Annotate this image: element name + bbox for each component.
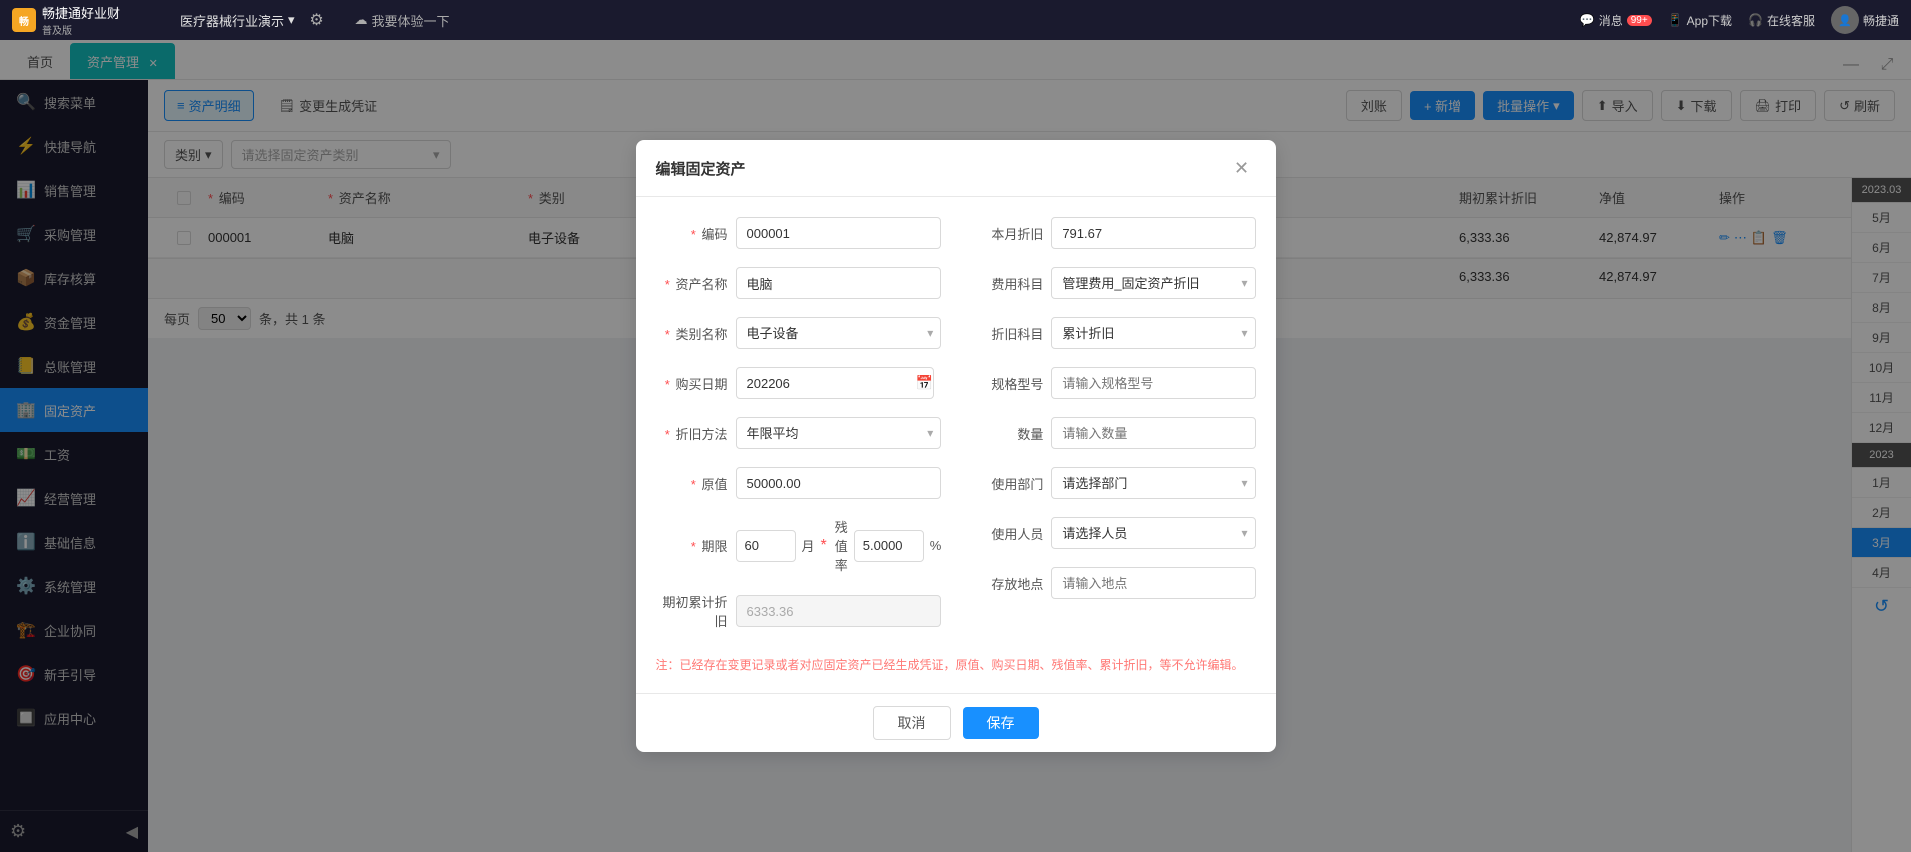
save-button[interactable]: 保存 (963, 707, 1039, 739)
message-icon: 💬 (1580, 13, 1595, 27)
user-select[interactable]: 请选择人员 (1051, 517, 1255, 549)
code-input[interactable] (736, 217, 942, 249)
logo-icon: 畅 (12, 8, 36, 32)
form-row-expense-account: 费用科目 管理费用_固定资产折旧 ▾ (971, 267, 1255, 299)
modal-close-btn[interactable]: ✕ (1228, 154, 1256, 182)
form-row-period-residual: * 期限 月 * 残值率 % (656, 517, 942, 574)
logo: 畅 畅捷通好业财 普及版 (12, 3, 160, 37)
form-row-location: 存放地点 (971, 567, 1255, 599)
form-row-user: 使用人员 请选择人员 ▾ (971, 517, 1255, 549)
residual-label: 残值率 (835, 517, 848, 574)
service-btn[interactable]: 🎧 在线客服 (1748, 12, 1815, 29)
cloud-icon: ☁ (355, 12, 368, 28)
residual-unit: % (930, 538, 942, 553)
date-wrapper: 📅 (736, 367, 942, 399)
period-input[interactable] (736, 530, 796, 562)
expense-account-wrapper: 管理费用_固定资产折旧 ▾ (1051, 267, 1255, 299)
purchase-date-input[interactable] (736, 367, 934, 399)
dep-account-select[interactable]: 累计折旧 (1051, 317, 1255, 349)
topbar-right: 💬 消息 99+ 📱 App下载 🎧 在线客服 👤 畅捷通 (1580, 6, 1899, 34)
form-row-quantity: 数量 (971, 417, 1255, 449)
avatar: 👤 (1831, 6, 1859, 34)
form-row-depreciation-method: * 折旧方法 年限平均 ▾ (656, 417, 942, 449)
spec-input[interactable] (1051, 367, 1255, 399)
modal-right-col: 本月折旧 费用科目 管理费用_固定资产折旧 ▾ (971, 217, 1255, 648)
app-icon: 📱 (1668, 13, 1683, 27)
category-select-wrapper: 电子设备 ▾ (736, 317, 942, 349)
headset-icon: 🎧 (1748, 13, 1763, 27)
dropdown-arrow-icon: ▾ (288, 12, 295, 28)
user-wrapper: 请选择人员 ▾ (1051, 517, 1255, 549)
modal-body: * 编码 * 资产名称 (636, 197, 1276, 693)
form-row-original-value: * 原值 (656, 467, 942, 499)
period-unit: 月 (802, 536, 815, 555)
quantity-input[interactable] (1051, 417, 1255, 449)
initial-depreciation-input (736, 595, 942, 627)
logo-text: 畅捷通好业财 (42, 3, 120, 22)
topbar-center: 医疗器械行业演示 ▾ ⚙ ☁ 我要体验一下 (160, 6, 1580, 34)
depreciation-method-select[interactable]: 年限平均 (736, 417, 942, 449)
original-value-input[interactable] (736, 467, 942, 499)
form-row-monthly-dep: 本月折旧 (971, 217, 1255, 249)
monthly-dep-input[interactable] (1051, 217, 1255, 249)
form-row-code: * 编码 (656, 217, 942, 249)
edit-asset-modal: 编辑固定资产 ✕ * 编码 (636, 140, 1276, 752)
modal-left-col: * 编码 * 资产名称 (656, 217, 942, 648)
project-selector[interactable]: 医疗器械行业演示 ▾ (180, 11, 295, 30)
form-row-dep-account: 折旧科目 累计折旧 ▾ (971, 317, 1255, 349)
modal-header: 编辑固定资产 ✕ (636, 140, 1276, 197)
message-btn[interactable]: 💬 消息 99+ (1580, 12, 1652, 29)
logo-sub: 普及版 (42, 22, 120, 37)
depreciation-method-wrapper: 年限平均 ▾ (736, 417, 942, 449)
gear-icon[interactable]: ⚙ (303, 6, 331, 34)
modal-form-grid: * 编码 * 资产名称 (656, 217, 1256, 673)
expense-account-select[interactable]: 管理费用_固定资产折旧 (1051, 267, 1255, 299)
category-select[interactable]: 电子设备 (736, 317, 942, 349)
modal-overlay: 编辑固定资产 ✕ * 编码 (0, 40, 1911, 852)
period-residual-inline: 月 * 残值率 % (736, 517, 942, 574)
asset-name-input[interactable] (736, 267, 942, 299)
department-select[interactable]: 请选择部门 (1051, 467, 1255, 499)
app-download-btn[interactable]: 📱 App下载 (1668, 12, 1732, 29)
department-wrapper: 请选择部门 ▾ (1051, 467, 1255, 499)
modal-note: 注：已经存在变更记录或者对应固定资产已经生成凭证，原值、购买日期、残值率、累计折… (656, 648, 1256, 673)
user-menu[interactable]: 👤 畅捷通 (1831, 6, 1899, 34)
form-row-asset-name: * 资产名称 (656, 267, 942, 299)
dep-account-wrapper: 累计折旧 ▾ (1051, 317, 1255, 349)
form-row-initial-depreciation: 期初累计折旧 (656, 592, 942, 630)
cancel-button[interactable]: 取消 (873, 706, 951, 740)
modal-title: 编辑固定资产 (656, 158, 746, 179)
residual-input[interactable] (854, 530, 924, 562)
topbar: 畅 畅捷通好业财 普及版 医疗器械行业演示 ▾ ⚙ ☁ 我要体验一下 💬 消息 … (0, 0, 1911, 40)
form-row-category: * 类别名称 电子设备 ▾ (656, 317, 942, 349)
message-badge: 99+ (1627, 15, 1652, 26)
experience-btn[interactable]: ☁ 我要体验一下 (355, 11, 450, 30)
modal-footer: 取消 保存 (636, 693, 1276, 752)
location-input[interactable] (1051, 567, 1255, 599)
form-row-spec: 规格型号 (971, 367, 1255, 399)
form-row-department: 使用部门 请选择部门 ▾ (971, 467, 1255, 499)
form-row-purchase-date: * 购买日期 📅 (656, 367, 942, 399)
